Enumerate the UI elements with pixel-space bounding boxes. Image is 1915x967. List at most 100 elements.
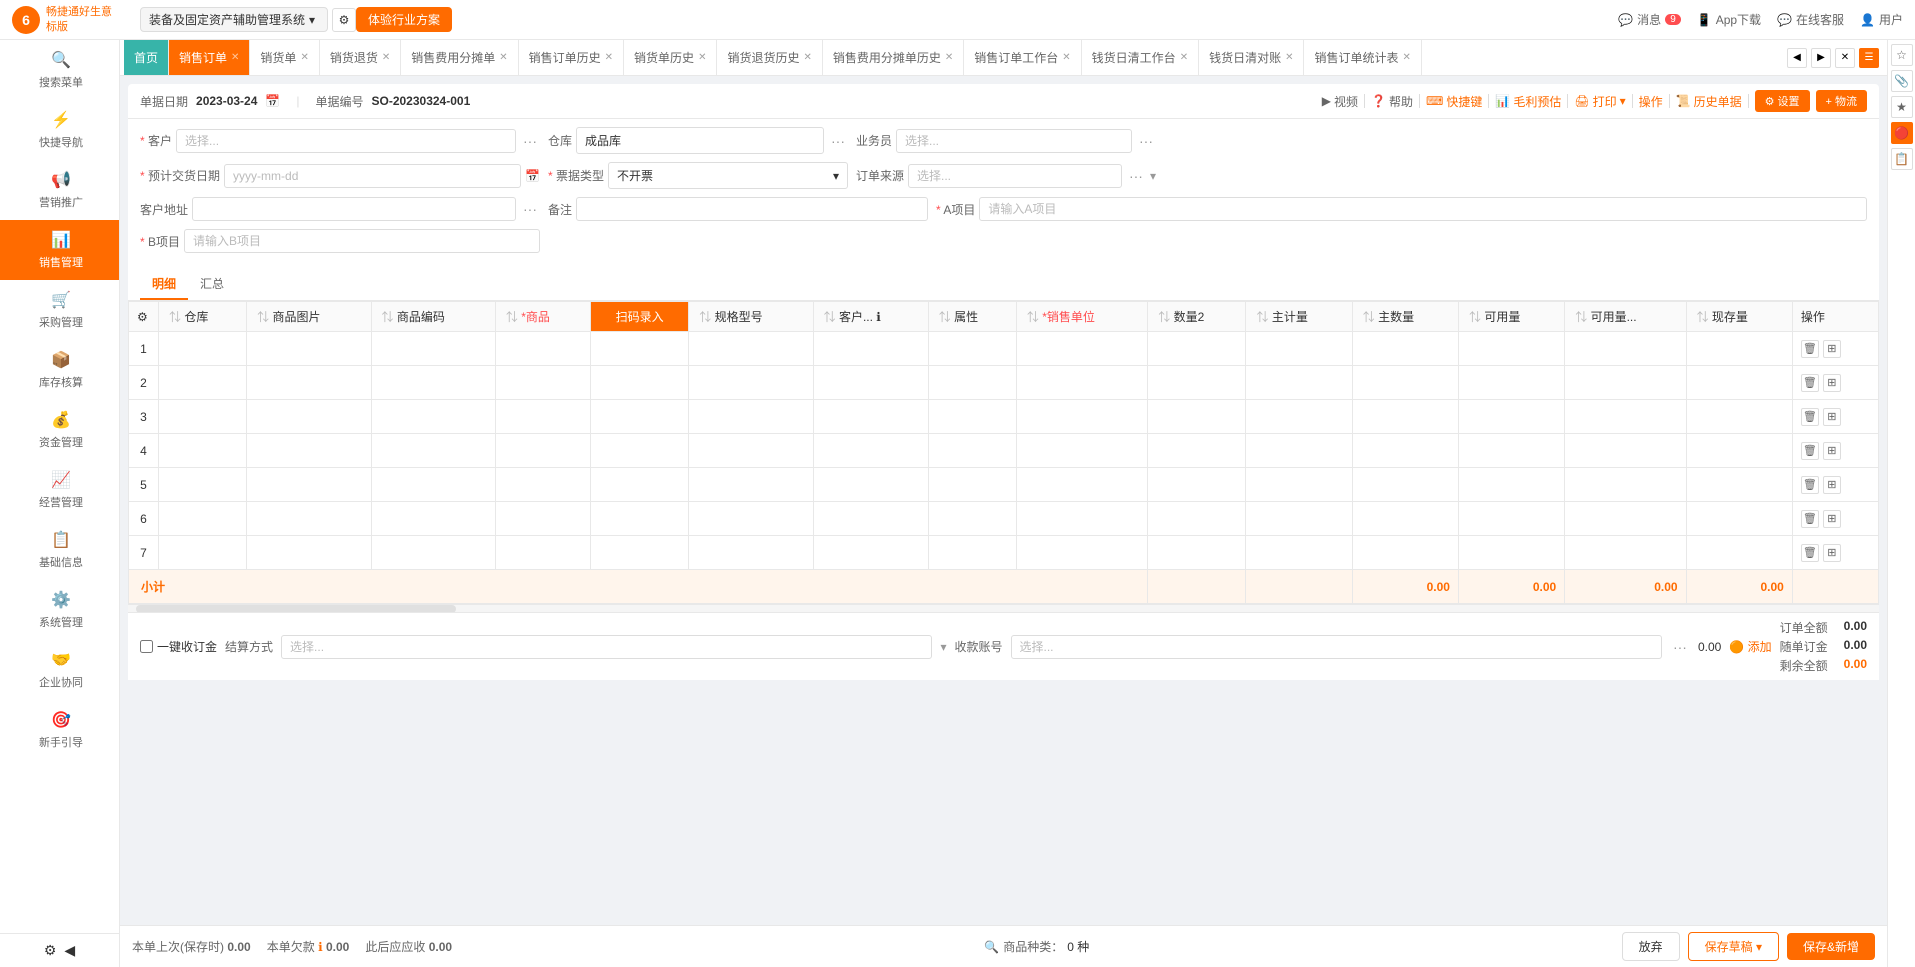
sidebar-item-guide[interactable]: 🎯 新手引导 <box>0 700 119 760</box>
online-service-btn[interactable]: 💬 在线客服 <box>1777 11 1844 28</box>
sub-tab-detail[interactable]: 明细 <box>140 269 188 300</box>
row-6-stock[interactable] <box>1686 502 1792 536</box>
current-order-info-icon[interactable]: ℹ <box>318 940 323 954</box>
sidebar-item-capital[interactable]: 💰 资金管理 <box>0 400 119 460</box>
row-3-qty2[interactable] <box>1148 400 1246 434</box>
col-product-code[interactable]: ⇅ 商品编码 <box>371 302 495 332</box>
row-1-main-unit[interactable] <box>1246 332 1352 366</box>
row-5-stock[interactable] <box>1686 468 1792 502</box>
invoice-type-select[interactable]: 不开票 ▾ <box>608 162 848 189</box>
row-1-sales-unit[interactable] <box>1016 332 1147 366</box>
row-5-delete-icon[interactable]: 🗑 <box>1801 476 1819 494</box>
row-6-product[interactable] <box>495 502 590 536</box>
row-4-available[interactable] <box>1458 434 1564 468</box>
row-1-delete-icon[interactable]: 🗑 <box>1801 340 1819 358</box>
tab-close-daily-workbench[interactable]: ✕ <box>1180 52 1188 63</box>
row-7-product[interactable] <box>495 536 590 570</box>
address-input[interactable] <box>192 197 516 221</box>
row-2-delete-icon[interactable]: 🗑 <box>1801 374 1819 392</box>
row-1-stock[interactable] <box>1686 332 1792 366</box>
tab-close-sales-stats[interactable]: ✕ <box>1403 52 1411 63</box>
row-5-product-img[interactable] <box>247 468 371 502</box>
row-3-product-img[interactable] <box>247 400 371 434</box>
tab-sales-invoice[interactable]: 销货单 ✕ <box>250 40 319 76</box>
account-dots-btn[interactable]: ··· <box>1670 639 1690 655</box>
row-2-attribute[interactable] <box>928 366 1016 400</box>
row-2-main-qty[interactable] <box>1352 366 1458 400</box>
row-6-qty2[interactable] <box>1148 502 1246 536</box>
row-7-spec[interactable] <box>689 536 813 570</box>
row-4-attribute[interactable] <box>928 434 1016 468</box>
row-4-available2[interactable] <box>1565 434 1686 468</box>
row-3-available2[interactable] <box>1565 400 1686 434</box>
row-4-delete-icon[interactable]: 🗑 <box>1801 442 1819 460</box>
col-product[interactable]: ⇅ *商品 <box>495 302 590 332</box>
row-2-sales-unit[interactable] <box>1016 366 1147 400</box>
row-1-product-code[interactable] <box>371 332 495 366</box>
payment-method-down-icon[interactable]: ▾ <box>940 640 946 654</box>
row-4-product-code[interactable] <box>371 434 495 468</box>
row-5-available2[interactable] <box>1565 468 1686 502</box>
row-3-delete-icon[interactable]: 🗑 <box>1801 408 1819 426</box>
row-1-scan[interactable] <box>591 332 689 366</box>
row-7-customer-code[interactable] <box>813 536 928 570</box>
row-3-available[interactable] <box>1458 400 1564 434</box>
row-7-stock[interactable] <box>1686 536 1792 570</box>
tab-menu-btn[interactable]: ☰ <box>1859 48 1879 68</box>
row-6-available[interactable] <box>1458 502 1564 536</box>
row-2-spec[interactable] <box>689 366 813 400</box>
row-5-spec[interactable] <box>689 468 813 502</box>
row-7-available2[interactable] <box>1565 536 1686 570</box>
row-5-available[interactable] <box>1458 468 1564 502</box>
row-7-warehouse[interactable] <box>159 536 247 570</box>
industry-btn[interactable]: 体验行业方案 <box>356 7 452 32</box>
row-5-qty2[interactable] <box>1148 468 1246 502</box>
row-3-spec[interactable] <box>689 400 813 434</box>
order-source-input[interactable] <box>908 164 1122 188</box>
sidebar-item-inventory[interactable]: 📦 库存核算 <box>0 340 119 400</box>
row-4-scan[interactable] <box>591 434 689 468</box>
tab-close-return-history[interactable]: ✕ <box>803 52 811 63</box>
row-7-product-img[interactable] <box>247 536 371 570</box>
row-6-sales-unit[interactable] <box>1016 502 1147 536</box>
row-1-product-img[interactable] <box>247 332 371 366</box>
view-btn[interactable]: ▶ 视频 <box>1322 93 1358 110</box>
row-7-copy-icon[interactable]: ⊞ <box>1823 544 1841 562</box>
cal-icon[interactable]: 📅 <box>265 94 280 108</box>
col-product-img[interactable]: ⇅ 商品图片 <box>247 302 371 332</box>
row-2-customer-code[interactable] <box>813 366 928 400</box>
profit-btn[interactable]: 📊 毛利预估 <box>1495 93 1561 110</box>
sidebar-item-marketing[interactable]: 📢 营销推广 <box>0 160 119 220</box>
tab-close-sales-invoice[interactable]: ✕ <box>300 52 308 63</box>
tab-sales-workbench[interactable]: 销售订单工作台 ✕ <box>964 40 1081 76</box>
col-attribute[interactable]: ⇅ 属性 <box>928 302 1016 332</box>
sidebar-collapse-icon[interactable]: ◀ <box>64 942 75 959</box>
tab-expense-history[interactable]: 销售费用分摊单历史 ✕ <box>823 40 964 76</box>
row-4-product-img[interactable] <box>247 434 371 468</box>
row-1-qty2[interactable] <box>1148 332 1246 366</box>
save-draft-btn[interactable]: 保存草稿 ▾ <box>1688 932 1779 961</box>
col-available2[interactable]: ⇅ 可用量... <box>1565 302 1686 332</box>
sidebar-item-search[interactable]: 🔍 搜索菜单 <box>0 40 119 100</box>
row-4-warehouse[interactable] <box>159 434 247 468</box>
row-2-product-img[interactable] <box>247 366 371 400</box>
row-5-main-unit[interactable] <box>1246 468 1352 502</box>
tab-close-daily-reconcile[interactable]: ✕ <box>1285 52 1293 63</box>
tab-sales-order-history[interactable]: 销售订单历史 ✕ <box>519 40 624 76</box>
tab-prev-btn[interactable]: ◀ <box>1787 48 1807 68</box>
col-available[interactable]: ⇅ 可用量 <box>1458 302 1564 332</box>
row-4-spec[interactable] <box>689 434 813 468</box>
b-project-input[interactable] <box>184 229 540 253</box>
tab-sales-return[interactable]: 销货退货 ✕ <box>320 40 401 76</box>
row-3-product-code[interactable] <box>371 400 495 434</box>
row-6-warehouse[interactable] <box>159 502 247 536</box>
row-3-copy-icon[interactable]: ⊞ <box>1823 408 1841 426</box>
tab-daily-workbench[interactable]: 钱货日清工作台 ✕ <box>1082 40 1199 76</box>
settings-btn[interactable]: ⚙ 设置 <box>1755 90 1810 112</box>
tab-close-sales-workbench[interactable]: ✕ <box>1062 52 1070 63</box>
row-3-warehouse[interactable] <box>159 400 247 434</box>
salesperson-input[interactable] <box>896 129 1132 153</box>
user-avatar[interactable]: 👤 用户 <box>1860 11 1903 28</box>
col-qty2[interactable]: ⇅ 数量2 <box>1148 302 1246 332</box>
row-7-available[interactable] <box>1458 536 1564 570</box>
